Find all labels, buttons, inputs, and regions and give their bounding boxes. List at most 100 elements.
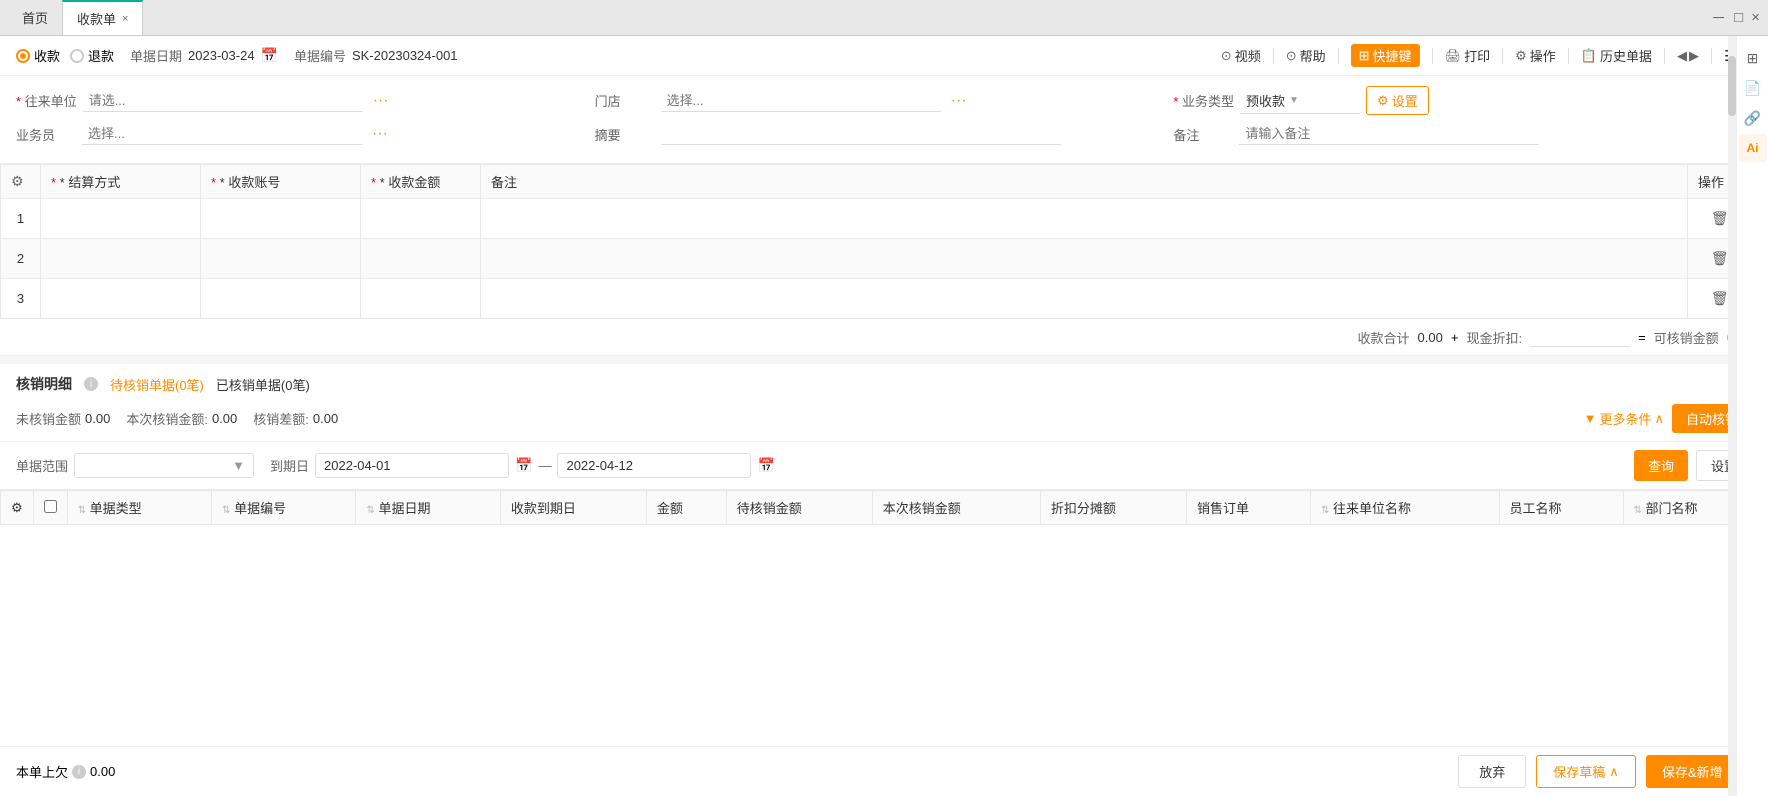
- balance-info-icon[interactable]: i: [72, 765, 86, 779]
- row-account-1[interactable]: [201, 199, 361, 239]
- select-all-checkbox[interactable]: [44, 500, 57, 513]
- verification-title: 核销明细: [16, 374, 72, 394]
- row-delete-3-icon[interactable]: 🗑: [1711, 290, 1729, 307]
- operations-action[interactable]: ⚙ 操作: [1515, 46, 1556, 65]
- store-input[interactable]: [661, 90, 941, 112]
- row-settlement-3[interactable]: [41, 279, 201, 319]
- date-range-select[interactable]: ▼: [74, 453, 254, 478]
- settings-icon-bottom[interactable]: ⚙: [11, 500, 23, 515]
- store-more-icon[interactable]: ···: [951, 92, 967, 110]
- radio-receipt[interactable]: 收款: [16, 46, 60, 65]
- nav-left-icon[interactable]: ◀: [1677, 48, 1687, 64]
- abandon-button[interactable]: 放弃: [1458, 755, 1526, 788]
- balance-info: 本单上欠 i 0.00: [16, 762, 115, 781]
- pending-tab[interactable]: 待核销单据(0笔): [110, 375, 204, 394]
- radio-receipt-dot: [16, 49, 30, 63]
- scroll-thumb[interactable]: [1728, 56, 1736, 116]
- pending-col-label: 待核销金额: [737, 501, 802, 516]
- calendar-icon[interactable]: 📅: [261, 47, 278, 64]
- divider-1: [1273, 48, 1274, 64]
- row-remark-2[interactable]: [481, 239, 1688, 279]
- staff-more-icon[interactable]: ···: [372, 125, 388, 143]
- date-dash: —: [538, 458, 551, 473]
- more-conditions-label: 更多条件: [1599, 409, 1651, 428]
- section-divider: [0, 356, 1768, 364]
- table-settings-icon[interactable]: ⚙: [11, 173, 24, 189]
- due-date-field: 到期日 📅 — 📅: [270, 453, 775, 478]
- row-remark-3[interactable]: [481, 279, 1688, 319]
- tab-receipt[interactable]: 收款单 ×: [62, 0, 143, 35]
- print-action[interactable]: 🖨 打印: [1445, 46, 1491, 65]
- sidebar-doc-icon[interactable]: 📄: [1739, 74, 1767, 102]
- row-remark-1[interactable]: [481, 199, 1688, 239]
- staff-input[interactable]: [82, 123, 362, 145]
- row-amount-3[interactable]: [361, 279, 481, 319]
- setup-button[interactable]: ⚙ 设置: [1366, 86, 1429, 115]
- video-action[interactable]: ⊙ 视频: [1221, 46, 1261, 65]
- business-type-select[interactable]: 预收款 ▼: [1240, 88, 1360, 114]
- help-action[interactable]: ⊙ 帮助: [1286, 46, 1326, 65]
- shortcut-action[interactable]: ⊞ 快捷键: [1351, 44, 1420, 67]
- divider-2: [1338, 48, 1339, 64]
- row-settlement-2[interactable]: [41, 239, 201, 279]
- row-account-2[interactable]: [201, 239, 361, 279]
- row-delete-1-icon[interactable]: 🗑: [1711, 210, 1729, 227]
- query-button[interactable]: 查询: [1634, 450, 1688, 481]
- filter-icon: ▼: [1584, 411, 1597, 426]
- divider-4: [1502, 48, 1503, 64]
- row-amount-1[interactable]: [361, 199, 481, 239]
- business-type-label: 业务类型: [1173, 91, 1234, 110]
- window-controls: － □ ×: [1711, 7, 1760, 28]
- remark-input[interactable]: [1239, 123, 1539, 145]
- divider-5: [1568, 48, 1569, 64]
- date-range-field: 单据范围 ▼: [16, 453, 254, 478]
- footer-buttons: 放弃 保存草稿 ∧ 保存&新增 ∧: [1458, 755, 1752, 788]
- counterpart-more-icon[interactable]: ···: [373, 92, 389, 110]
- row-delete-2-icon[interactable]: 🗑: [1711, 250, 1729, 267]
- nav-right-icon[interactable]: ▶: [1689, 48, 1699, 64]
- more-conditions-btn[interactable]: ▼ 更多条件 ∧: [1584, 409, 1664, 428]
- tab-receipt-close[interactable]: ×: [122, 13, 128, 25]
- radio-refund-label: 退款: [88, 46, 114, 65]
- save-draft-button[interactable]: 保存草稿 ∧: [1536, 755, 1636, 788]
- verification-info-icon[interactable]: i: [84, 377, 98, 391]
- this-check-value: 0.00: [212, 411, 237, 426]
- counterpart-input[interactable]: [83, 90, 363, 112]
- due-date-to-input[interactable]: [557, 453, 751, 478]
- counterpart-field: 往来单位 ···: [16, 90, 595, 112]
- discount-input[interactable]: [1530, 327, 1630, 347]
- due-date-from-cal-icon[interactable]: 📅: [515, 457, 532, 474]
- radio-receipt-label: 收款: [34, 46, 60, 65]
- unchecked-label: 未核销金额: [16, 409, 81, 428]
- stats-right: ▼ 更多条件 ∧ 自动核销: [1584, 404, 1752, 433]
- tab-home-label: 首页: [22, 8, 48, 27]
- tab-receipt-label: 收款单: [77, 9, 116, 28]
- row-account-3[interactable]: [201, 279, 361, 319]
- video-icon: ⊙: [1221, 48, 1232, 64]
- store-label: 门店: [595, 91, 655, 110]
- sidebar-ai-icon[interactable]: Ai: [1739, 134, 1767, 162]
- stats-row: 未核销金额 0.00 本次核销金额: 0.00 核销差额: 0.00 ▼ 更多条…: [0, 400, 1768, 441]
- scrollbar[interactable]: [1728, 36, 1736, 796]
- col-due-date-header: 收款到期日: [500, 491, 646, 525]
- radio-refund[interactable]: 退款: [70, 46, 114, 65]
- minimize-icon[interactable]: －: [1711, 7, 1726, 28]
- due-label: 到期日: [270, 456, 309, 475]
- due-date-from-input[interactable]: [315, 453, 509, 478]
- due-date-to-cal-icon[interactable]: 📅: [757, 457, 774, 474]
- divider-7: [1711, 48, 1712, 64]
- close-icon[interactable]: ×: [1751, 9, 1760, 26]
- business-type-arrow-icon: ▼: [1289, 95, 1299, 106]
- done-tab[interactable]: 已核销单据(0笔): [216, 375, 310, 394]
- row-amount-2[interactable]: [361, 239, 481, 279]
- col-this-check-header: 本次核销金额: [872, 491, 1040, 525]
- row-settlement-1[interactable]: [41, 199, 201, 239]
- sidebar-table-icon[interactable]: ⊞: [1739, 44, 1767, 72]
- summary-input[interactable]: [661, 123, 1061, 145]
- history-action[interactable]: 📋 历史单据: [1581, 46, 1652, 65]
- table-row: 1 🗑 ⊕: [1, 199, 1768, 239]
- maximize-icon[interactable]: □: [1734, 9, 1743, 26]
- chevron-up-icon: ∧: [1654, 411, 1664, 427]
- sidebar-link-icon[interactable]: 🔗: [1739, 104, 1767, 132]
- tab-home[interactable]: 首页: [8, 0, 62, 35]
